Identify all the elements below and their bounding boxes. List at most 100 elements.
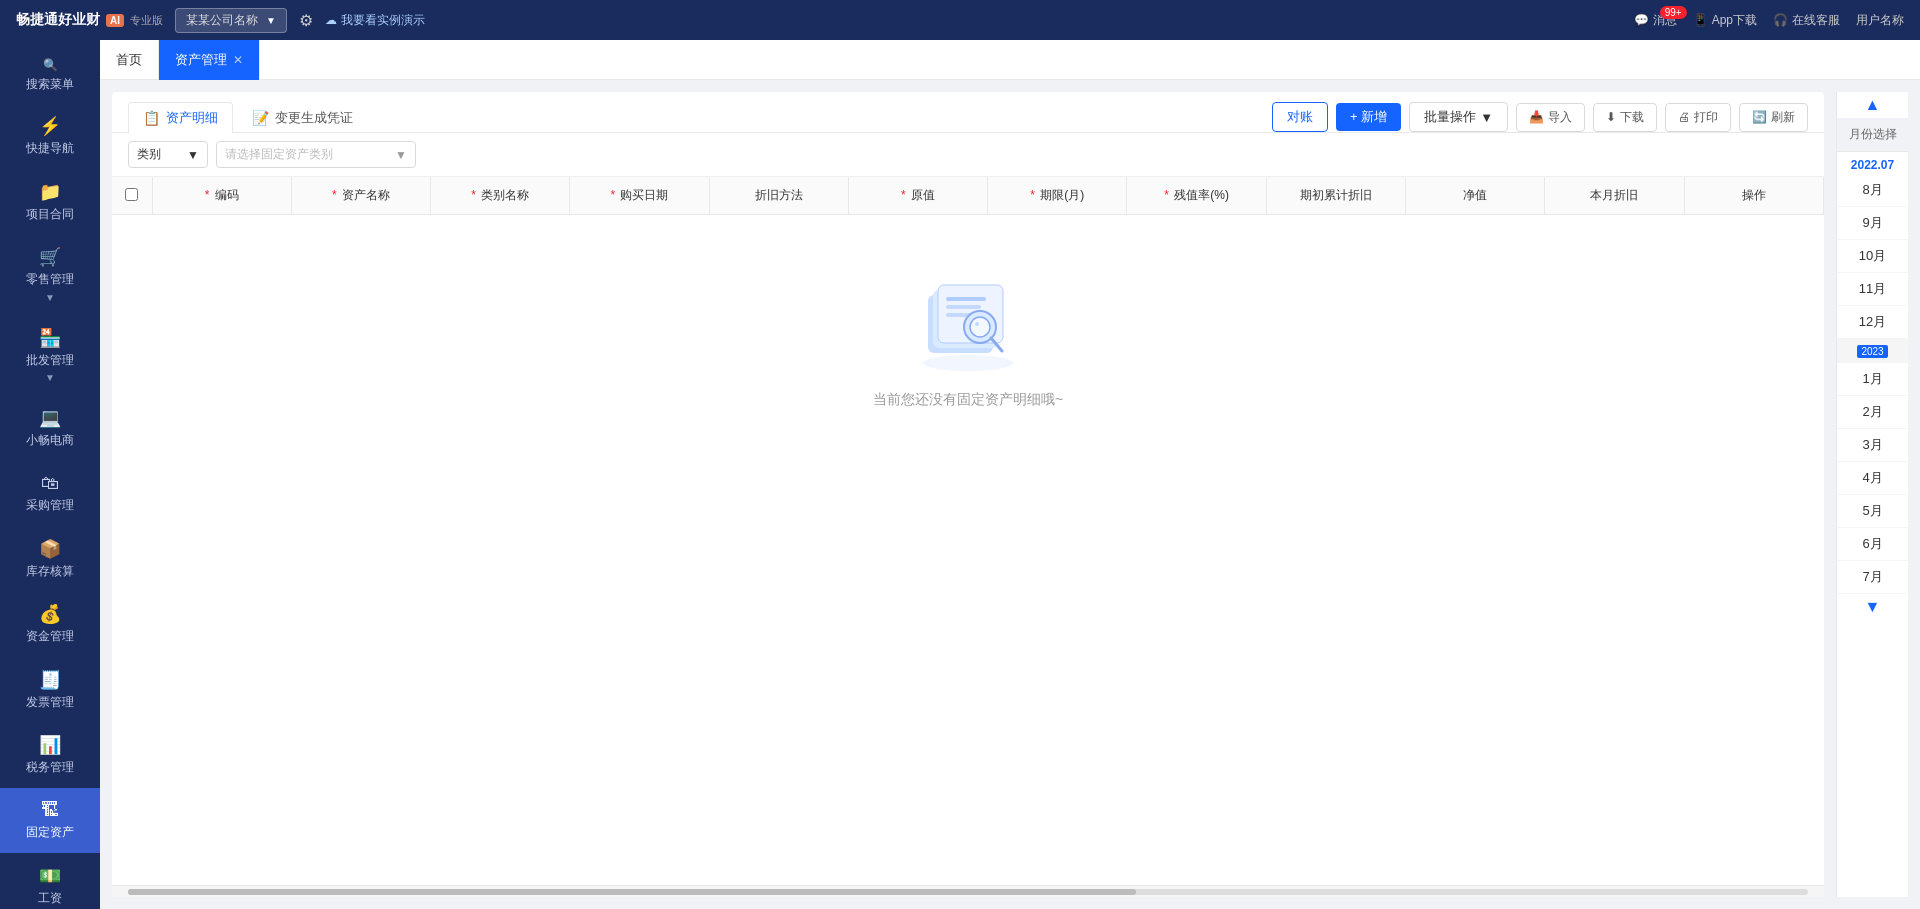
month-item-4[interactable]: 4月 — [1837, 462, 1908, 495]
sidebar-purchase-label: 采购管理 — [26, 498, 74, 514]
year-2023-tag: 2023 — [1857, 345, 1887, 358]
company-selector[interactable]: 某某公司名称 ▼ — [175, 8, 287, 33]
table-header-original-value: * 原值 — [848, 177, 987, 215]
sidebar-item-salary[interactable]: 💵 工资 — [0, 853, 100, 909]
ecommerce-icon: 💻 — [39, 407, 61, 429]
project-icon: 📁 — [39, 181, 61, 203]
app-download-label: App下载 — [1712, 12, 1757, 29]
sidebar: 🔍 搜索菜单 ⚡ 快捷导航 📁 项目合同 🛒 零售管理 ▼ 🏪 批发管理 ▼ 💻… — [0, 40, 100, 909]
month-item-12[interactable]: 12月 — [1837, 306, 1908, 339]
print-icon: 🖨 — [1678, 110, 1690, 124]
sidebar-item-invoice[interactable]: 🧾 发票管理 — [0, 657, 100, 723]
tab-close-icon[interactable]: ✕ — [233, 53, 243, 67]
month-item-11[interactable]: 11月 — [1837, 273, 1908, 306]
sidebar-item-purchase[interactable]: 🛍 采购管理 — [0, 461, 100, 526]
sidebar-item-fixed-assets[interactable]: 🏗 固定资产 — [0, 788, 100, 853]
table-header-purchase-date: * 购买日期 — [570, 177, 709, 215]
import-button[interactable]: 📥 导入 — [1516, 103, 1585, 132]
sub-tab-bar: 📋 资产明细 📝 变更生成凭证 对账 + 新增 批量操作 ▼ — [112, 92, 1824, 133]
add-button[interactable]: + 新增 — [1336, 103, 1401, 131]
empty-illustration — [908, 275, 1028, 375]
sidebar-inventory-label: 库存核算 — [26, 564, 74, 580]
month-item-5[interactable]: 5月 — [1837, 495, 1908, 528]
sidebar-retail-label: 零售管理 — [26, 272, 74, 288]
sidebar-item-project[interactable]: 📁 项目合同 — [0, 169, 100, 235]
sidebar-finance-label: 资金管理 — [26, 629, 74, 645]
svg-rect-5 — [946, 305, 981, 309]
month-item-9[interactable]: 9月 — [1837, 207, 1908, 240]
month-item-3[interactable]: 3月 — [1837, 429, 1908, 462]
scrollbar-thumb[interactable] — [128, 889, 1136, 895]
salary-icon: 💵 — [39, 865, 61, 887]
month-item-10[interactable]: 10月 — [1837, 240, 1908, 273]
tab-bar: 首页 资产管理 ✕ — [100, 40, 1920, 80]
tab-asset-management[interactable]: 资产管理 ✕ — [159, 40, 260, 80]
month-panel-up-arrow[interactable]: ▲ — [1837, 92, 1908, 118]
wholesale-icon: 🏪 — [39, 327, 61, 349]
sidebar-quick-nav-label: 快捷导航 — [26, 141, 74, 157]
sidebar-item-finance[interactable]: 💰 资金管理 — [0, 591, 100, 657]
demo-label: 我要看实例演示 — [341, 12, 425, 29]
inventory-icon: 📦 — [39, 538, 61, 560]
month-panel-down-arrow[interactable]: ▼ — [1837, 594, 1908, 620]
select-all-checkbox[interactable] — [125, 188, 138, 201]
messages-button[interactable]: 💬 消息 99+ — [1634, 12, 1677, 29]
col-dep-method-label: 折旧方法 — [755, 188, 803, 202]
user-info[interactable]: 用户名称 — [1856, 12, 1904, 29]
print-button[interactable]: 🖨 打印 — [1665, 103, 1731, 132]
settings-icon[interactable]: ⚙ — [299, 11, 313, 30]
col-category-label: 类别名称 — [481, 188, 529, 202]
horizontal-scrollbar[interactable] — [128, 889, 1808, 895]
table-header-residual-rate: * 残值率(%) — [1127, 177, 1266, 215]
sidebar-item-tax[interactable]: 📊 税务管理 — [0, 722, 100, 788]
reconcile-button[interactable]: 对账 — [1272, 102, 1328, 132]
top-bar: 畅捷通好业财 AI 专业版 某某公司名称 ▼ ⚙ ☁ 我要看实例演示 💬 消息 … — [0, 0, 1920, 40]
month-item-6[interactable]: 6月 — [1837, 528, 1908, 561]
col-code-label: 编码 — [215, 188, 239, 202]
sidebar-search[interactable]: 🔍 搜索菜单 — [0, 48, 100, 103]
sidebar-item-inventory[interactable]: 📦 库存核算 — [0, 526, 100, 592]
category-value-select[interactable]: 请选择固定资产类别 ▼ — [216, 141, 416, 168]
table-header-net-value: 净值 — [1406, 177, 1545, 215]
sidebar-assets-label: 固定资产 — [26, 825, 74, 841]
assets-table: * 编码 * 资产名称 * 类别名称 — [112, 177, 1824, 215]
svg-point-0 — [923, 355, 1013, 371]
online-service-label: 在线客服 — [1792, 12, 1840, 29]
app-title: 畅捷通好业财 — [16, 11, 100, 29]
bottom-scrollbar[interactable] — [112, 885, 1824, 897]
refresh-button[interactable]: 🔄 刷新 — [1739, 103, 1808, 132]
sidebar-item-wholesale[interactable]: 🏪 批发管理 ▼ — [0, 315, 100, 396]
demo-link[interactable]: ☁ 我要看实例演示 — [325, 12, 425, 29]
svg-point-11 — [975, 322, 979, 326]
table-container[interactable]: * 编码 * 资产名称 * 类别名称 — [112, 177, 1824, 885]
sidebar-item-ecommerce[interactable]: 💻 小畅电商 — [0, 395, 100, 461]
sidebar-item-quick-nav[interactable]: ⚡ 快捷导航 — [0, 103, 100, 169]
sub-tab-change-voucher[interactable]: 📝 变更生成凭证 — [237, 102, 368, 133]
download-icon: ⬇ — [1606, 110, 1616, 124]
batch-button[interactable]: 批量操作 ▼ — [1409, 102, 1508, 132]
month-item-1[interactable]: 1月 — [1837, 363, 1908, 396]
download-button[interactable]: ⬇ 下载 — [1593, 103, 1657, 132]
empty-state: 当前您还没有固定资产明细哦~ — [112, 215, 1824, 469]
category-type-select[interactable]: 类别 ▼ — [128, 141, 208, 168]
sidebar-item-retail[interactable]: 🛒 零售管理 ▼ — [0, 234, 100, 315]
col-period-label: 期限(月) — [1040, 188, 1084, 202]
tab-home[interactable]: 首页 — [100, 40, 159, 80]
tab-asset-label: 资产管理 — [175, 51, 227, 69]
app-download-button[interactable]: 📱 App下载 — [1693, 12, 1757, 29]
message-icon: 💬 — [1634, 13, 1649, 27]
print-label: 打印 — [1694, 109, 1718, 126]
sub-tab-asset-detail[interactable]: 📋 资产明细 — [128, 102, 233, 133]
topbar-right: 💬 消息 99+ 📱 App下载 🎧 在线客服 用户名称 — [1634, 12, 1904, 29]
table-header-period: * 期限(月) — [988, 177, 1127, 215]
month-item-7[interactable]: 7月 — [1837, 561, 1908, 594]
assets-icon: 🏗 — [41, 800, 59, 821]
month-item-8[interactable]: 8月 — [1837, 174, 1908, 207]
col-name-label: 资产名称 — [342, 188, 390, 202]
month-item-2[interactable]: 2月 — [1837, 396, 1908, 429]
sidebar-tax-label: 税务管理 — [26, 760, 74, 776]
online-service-button[interactable]: 🎧 在线客服 — [1773, 12, 1840, 29]
empty-text: 当前您还没有固定资产明细哦~ — [873, 391, 1063, 409]
sidebar-invoice-label: 发票管理 — [26, 695, 74, 711]
sidebar-wholesale-label: 批发管理 — [26, 353, 74, 369]
